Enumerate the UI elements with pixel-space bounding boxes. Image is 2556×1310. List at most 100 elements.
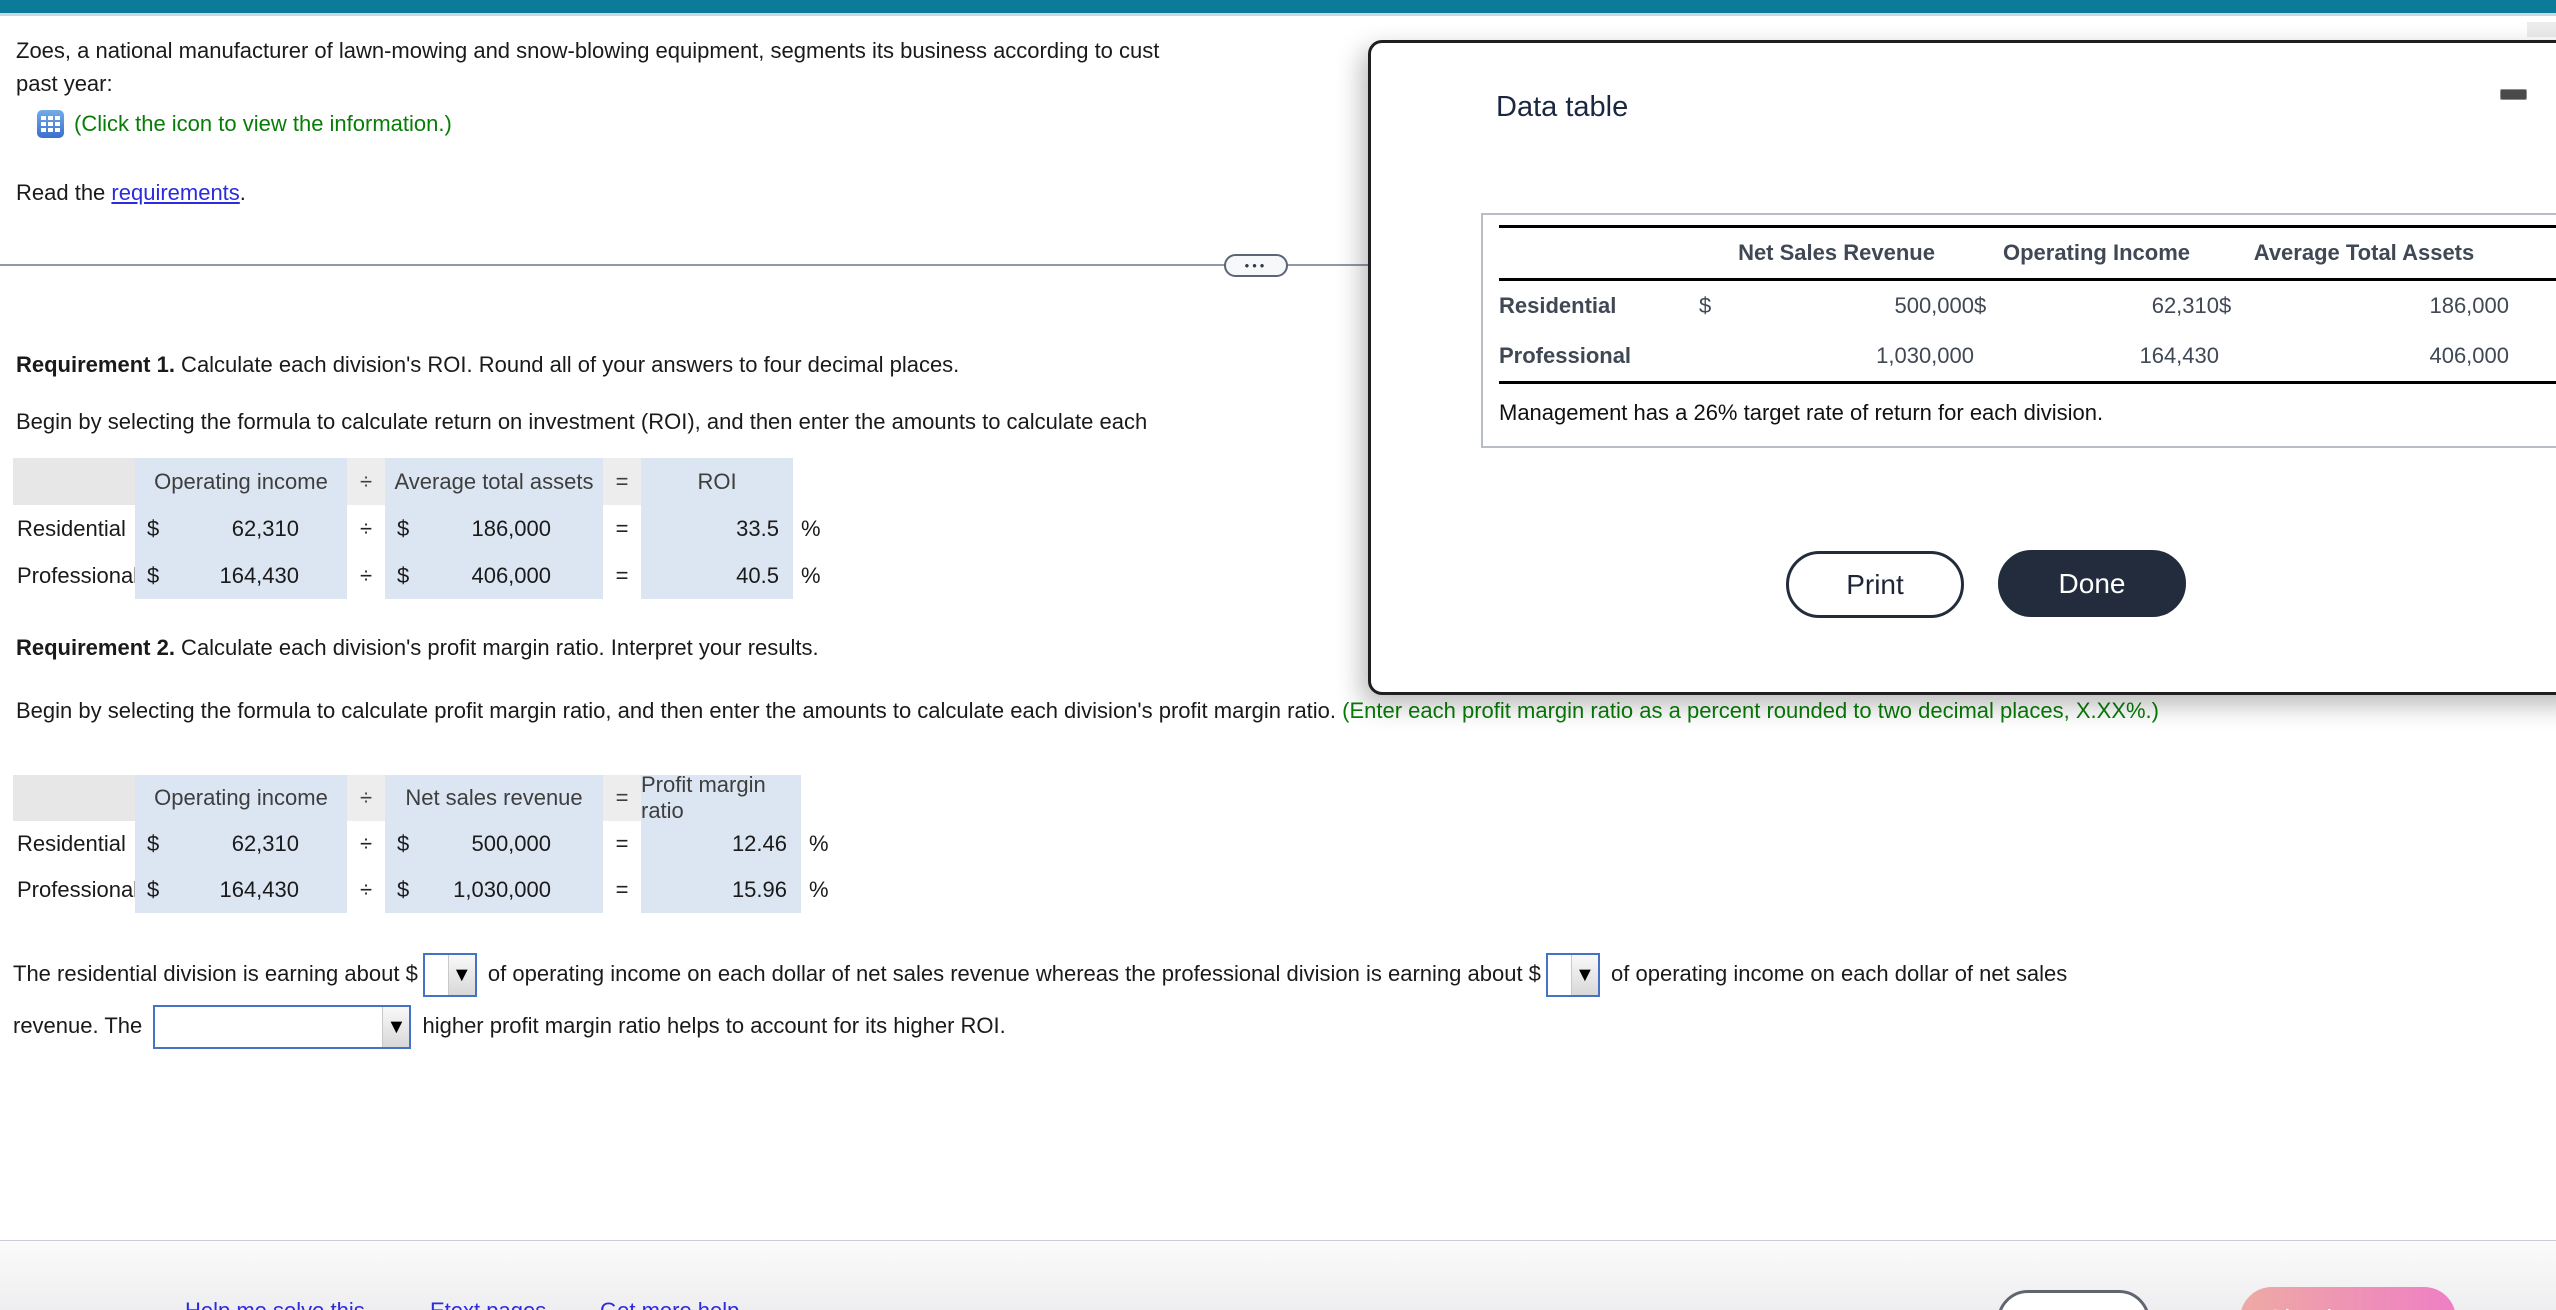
operating-income-input[interactable]: $164,430: [135, 552, 347, 599]
table-row: Residential $500,000 $62,310 $186,000: [1499, 281, 2556, 331]
percent-sign: %: [809, 831, 829, 856]
top-bar-edge: [0, 13, 2556, 16]
chevron-down-icon[interactable]: ▼: [447, 955, 475, 996]
value: 62,310: [231, 831, 299, 856]
check-answer-button[interactable]: Check answer: [2240, 1287, 2456, 1310]
requirement2-instruction: Begin by selecting the formula to calcul…: [16, 694, 2508, 727]
roi-formula-table: Operating income ÷ Average total assets …: [13, 458, 821, 599]
percent-sign: %: [801, 515, 821, 541]
value: 186,000: [2429, 293, 2509, 318]
divide-sign: ÷: [359, 562, 373, 588]
operating-income-input[interactable]: $62,310: [135, 821, 347, 867]
table-row: Professional $164,430 ÷ $1,030,000 = 15.…: [13, 867, 829, 913]
value: 164,430: [219, 877, 299, 902]
divide-sign: ÷: [347, 775, 385, 821]
value: 164,430: [219, 562, 299, 588]
table-row: Residential $62,310 ÷ $500,000 = 12.46 %: [13, 821, 829, 867]
value: 62,310: [2151, 293, 2219, 318]
profit-margin-result-input[interactable]: 15.96: [641, 867, 801, 913]
roi-result-input[interactable]: 40.5: [641, 552, 793, 599]
data-table-dialog: Data table Net Sales Revenue Operating I…: [1368, 40, 2556, 695]
equals-sign: =: [603, 458, 641, 505]
done-button[interactable]: Done: [1998, 550, 2186, 617]
help-me-solve-this-link[interactable]: Help me solve this: [185, 1298, 365, 1310]
screen: Zoes, a national manufacturer of lawn-mo…: [0, 0, 2556, 1310]
dollar-sign: $: [397, 877, 410, 902]
pm-header-row: Operating income ÷ Net sales revenue = P…: [13, 772, 829, 823]
net-sales-revenue-input[interactable]: $1,030,000: [385, 867, 603, 913]
professional-margin-dropdown[interactable]: ▼: [1545, 953, 1600, 998]
value: 500,000: [1894, 293, 1974, 318]
dialog-table: Net Sales Revenue Operating Income Avera…: [1481, 213, 2556, 448]
requirement2-text: Calculate each division's profit margin …: [174, 635, 819, 660]
pm-header-operating-income: Operating income: [135, 775, 347, 821]
equals-sign: =: [615, 877, 629, 902]
chevron-down-icon[interactable]: ▼: [1570, 955, 1598, 996]
get-more-help-link[interactable]: Get more help: [600, 1298, 739, 1310]
conclusion-sentence: The residential division is earning abou…: [13, 948, 2543, 1052]
value: 33.5: [736, 515, 779, 541]
residential-margin-dropdown[interactable]: ▼: [422, 953, 477, 998]
operating-income-input[interactable]: $62,310: [135, 505, 347, 552]
equals-sign: =: [615, 831, 629, 856]
conclusion-part1: The residential division is earning abou…: [13, 961, 418, 986]
row-label: Professional: [17, 562, 139, 588]
table-row: Professional $164,430 ÷ $406,000 = 40.5 …: [13, 552, 821, 599]
requirement1-instruction: Begin by selecting the formula to calcul…: [16, 409, 1148, 434]
net-sales-revenue-input[interactable]: $500,000: [385, 821, 603, 867]
average-total-assets-input[interactable]: $406,000: [385, 552, 603, 599]
header-average-total-assets: Average Total Assets: [2253, 240, 2475, 265]
dollar-sign: $: [397, 831, 410, 856]
average-total-assets-input[interactable]: $186,000: [385, 505, 603, 552]
requirement1-heading: Requirement 1. Calculate each division's…: [16, 352, 959, 378]
roi-header-row: Operating income ÷ Average total assets …: [13, 458, 821, 505]
value: 406,000: [2429, 343, 2509, 368]
dialog-table-header: Net Sales Revenue Operating Income Avera…: [1499, 228, 2556, 278]
percent-sign: %: [801, 562, 821, 588]
target-return-note: Management has a 26% target rate of retu…: [1499, 400, 2104, 425]
scrollbar-top[interactable]: [2527, 22, 2556, 37]
avg-assets-cell: 406,000: [2219, 343, 2509, 369]
header-operating-income: Operating Income: [2002, 240, 2191, 265]
roi-header-operating-income: Operating income: [135, 458, 347, 505]
pm-header-net-sales-revenue: Net sales revenue: [385, 775, 603, 821]
pm-header-profit-margin-ratio: Profit margin ratio: [641, 772, 801, 823]
row-label: Professional: [1499, 343, 1632, 368]
instruction-green-note: (Enter each profit margin ratio as a per…: [1342, 698, 2159, 723]
read-prefix: Read the: [16, 180, 112, 205]
dollar-sign: $: [2219, 293, 2232, 318]
profit-margin-result-input[interactable]: 12.46: [641, 821, 801, 867]
percent-sign: %: [809, 877, 829, 902]
read-suffix: .: [239, 180, 246, 205]
requirements-link[interactable]: requirements: [111, 180, 239, 205]
header-net-sales-revenue: Net Sales Revenue: [1738, 240, 1935, 265]
value: 62,310: [231, 515, 299, 541]
dollar-sign: $: [397, 515, 410, 541]
print-button[interactable]: Print: [1786, 551, 1964, 618]
roi-result-input[interactable]: 33.5: [641, 505, 793, 552]
net-sales-cell: $500,000: [1699, 293, 1974, 319]
minimize-icon[interactable]: [2500, 89, 2527, 100]
chevron-down-icon[interactable]: ▼: [382, 1007, 410, 1048]
icon-caption: (Click the icon to view the information.…: [74, 111, 452, 136]
etext-pages-link[interactable]: Etext pages: [430, 1298, 546, 1310]
operating-income-input[interactable]: $164,430: [135, 867, 347, 913]
requirement1-label: Requirement 1.: [16, 352, 175, 377]
divide-sign: ÷: [359, 877, 373, 902]
problem-statement-line2: past year:: [16, 71, 113, 96]
division-select-dropdown[interactable]: ▼: [153, 1005, 412, 1050]
operating-income-cell: $62,310: [1974, 293, 2219, 319]
net-sales-cell: 1,030,000: [1699, 343, 1974, 369]
conclusion-part4: higher profit margin ratio helps to acco…: [416, 1013, 1006, 1038]
collapse-handle-button[interactable]: •••: [1224, 254, 1288, 277]
profit-margin-formula-table: Operating income ÷ Net sales revenue = P…: [13, 772, 829, 913]
pm-header-spacer: [13, 775, 135, 821]
clear-all-button[interactable]: Clear all: [1997, 1290, 2150, 1310]
requirement2-label: Requirement 2.: [16, 635, 175, 660]
value: 1,030,000: [1876, 343, 1974, 368]
roi-header-spacer: [13, 458, 135, 505]
table-row: Residential $62,310 ÷ $186,000 = 33.5 %: [13, 505, 821, 552]
data-table-icon[interactable]: [37, 110, 64, 138]
conclusion-part2: of operating income on each dollar of ne…: [481, 961, 1541, 986]
row-label: Residential: [17, 515, 126, 541]
